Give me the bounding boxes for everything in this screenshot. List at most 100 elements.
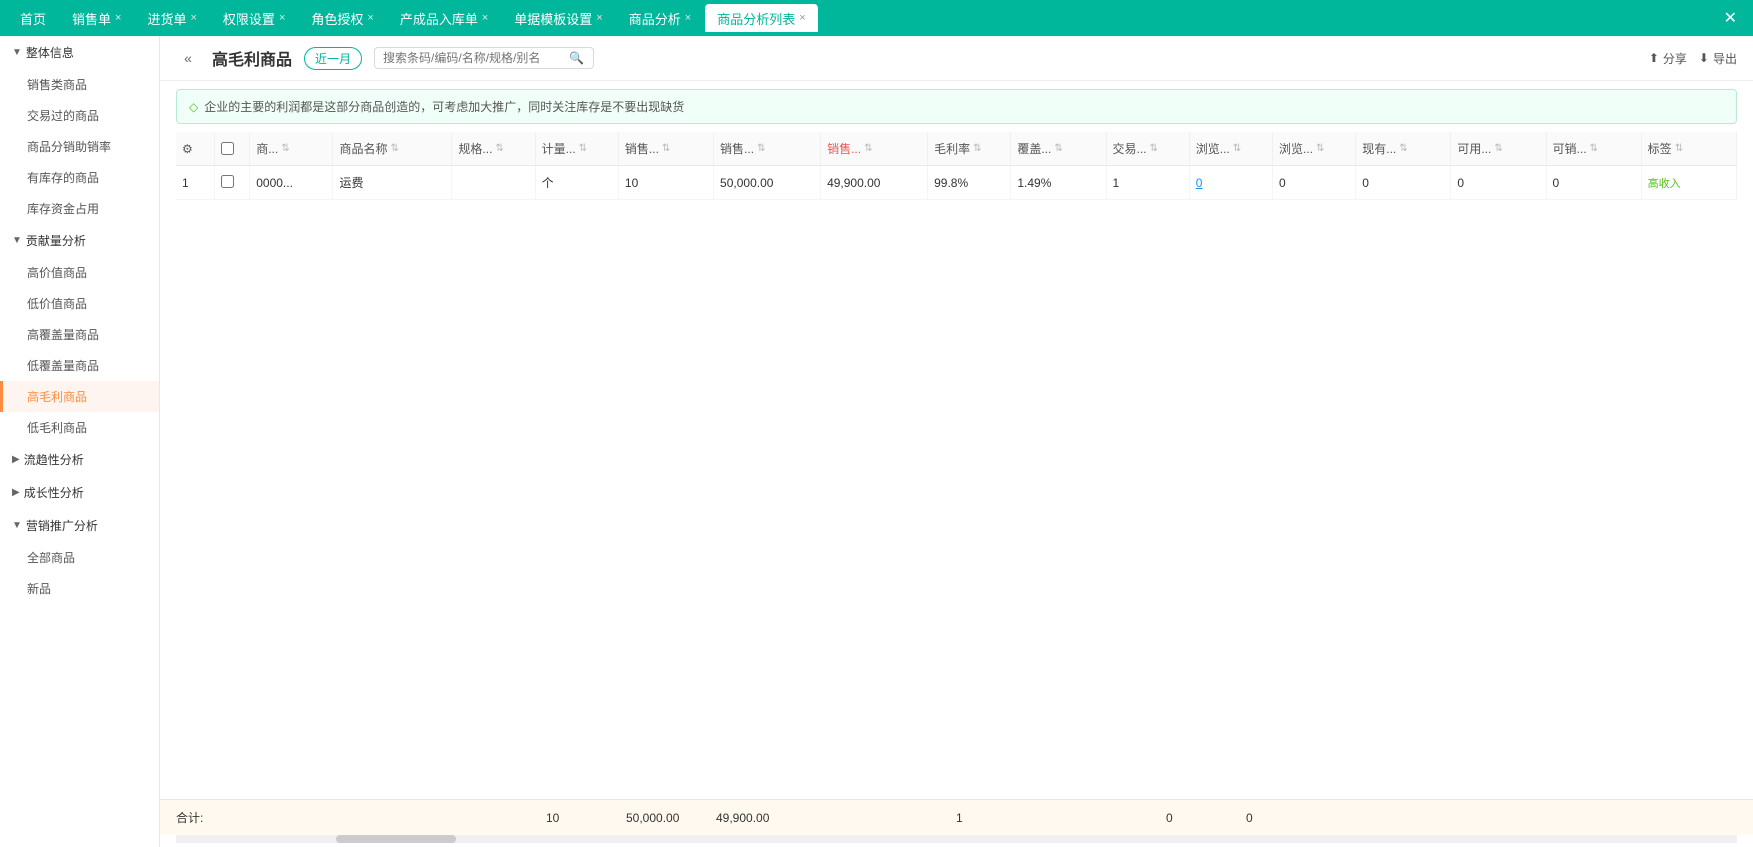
col-name[interactable]: 商品名称⇅ xyxy=(333,132,452,166)
sort-icon: ⇅ xyxy=(281,143,289,154)
sort-icon-4: ⇅ xyxy=(579,143,587,154)
top-nav-permission[interactable]: 权限设置 × xyxy=(211,4,297,32)
sort-icon-16: ⇅ xyxy=(1675,143,1683,154)
search-input[interactable] xyxy=(383,51,563,65)
filter-recent-month-button[interactable]: 近一月 xyxy=(304,47,362,70)
main-layout: ▼ 整体信息 销售类商品 交易过的商品 商品分销助销率 有库存的商品 库存资金占… xyxy=(0,36,1753,847)
sidebar-item-high-coverage[interactable]: 高覆盖量商品 xyxy=(0,319,159,350)
share-button[interactable]: ⬆ 分享 xyxy=(1649,50,1687,67)
export-label: 导出 xyxy=(1713,50,1737,67)
sort-icon-13: ⇅ xyxy=(1399,143,1407,154)
row-browse-a[interactable]: 0 xyxy=(1189,166,1272,200)
sidebar-group-marketing-label: 营销推广分析 xyxy=(26,517,98,534)
row-sales-cost: 49,900.00 xyxy=(821,166,928,200)
close-tab-icon[interactable]: × xyxy=(685,12,691,24)
col-coverage[interactable]: 覆盖...⇅ xyxy=(1011,132,1106,166)
col-browse-b[interactable]: 浏览...⇅ xyxy=(1273,132,1356,166)
col-trade-count[interactable]: 交易...⇅ xyxy=(1106,132,1189,166)
col-code[interactable]: 商...⇅ xyxy=(250,132,333,166)
col-saleable[interactable]: 可销...⇅ xyxy=(1546,132,1641,166)
close-tab-icon[interactable]: × xyxy=(367,12,373,24)
arrow-icon-2: ▼ xyxy=(12,235,22,246)
close-tab-icon[interactable]: × xyxy=(115,12,121,24)
close-tab-icon[interactable]: × xyxy=(799,12,805,24)
sort-icon-14: ⇅ xyxy=(1494,143,1502,154)
top-nav-sales[interactable]: 销售单 × xyxy=(60,4,133,32)
top-nav-home[interactable]: 首页 xyxy=(8,4,58,32)
collapse-sidebar-button[interactable]: « xyxy=(176,46,200,70)
row-checkbox xyxy=(214,166,250,200)
col-browse-a[interactable]: 浏览...⇅ xyxy=(1189,132,1272,166)
sidebar-item-stock-capital[interactable]: 库存资金占用 xyxy=(0,193,159,224)
sidebar-item-sales-goods[interactable]: 销售类商品 xyxy=(0,69,159,100)
footer-sales-cost: 49,900.00 xyxy=(716,811,806,825)
row-select-checkbox[interactable] xyxy=(221,175,234,188)
sidebar-item-all-goods[interactable]: 全部商品 xyxy=(0,542,159,573)
sidebar-group-trend-label: 流趋性分析 xyxy=(24,451,84,468)
table-container: ⚙ 商...⇅ 商品名称⇅ 规格...⇅ xyxy=(160,132,1753,799)
col-available[interactable]: 可用...⇅ xyxy=(1451,132,1546,166)
row-spec xyxy=(452,166,535,200)
col-checkbox xyxy=(214,132,250,166)
col-sales-qty[interactable]: 销售...⇅ xyxy=(618,132,713,166)
sidebar-group-growth-label: 成长性分析 xyxy=(24,484,84,501)
sort-icon-15: ⇅ xyxy=(1590,143,1598,154)
top-nav: 首页 销售单 × 进货单 × 权限设置 × 角色授权 × 产成品入库单 × 单据… xyxy=(0,0,1753,36)
close-tab-icon[interactable]: × xyxy=(190,12,196,24)
row-gross-margin: 99.8% xyxy=(928,166,1011,200)
col-gross-margin[interactable]: 毛利率⇅ xyxy=(928,132,1011,166)
col-sales-cost[interactable]: 销售...⇅ xyxy=(821,132,928,166)
row-code: 0000... xyxy=(250,166,333,200)
col-tag[interactable]: 标签⇅ xyxy=(1641,132,1736,166)
sidebar-item-low-coverage[interactable]: 低覆盖量商品 xyxy=(0,350,159,381)
sidebar-group-overall[interactable]: ▼ 整体信息 xyxy=(0,36,159,69)
sidebar-item-traded-goods[interactable]: 交易过的商品 xyxy=(0,100,159,131)
info-banner: ◇ 企业的主要的利润都是这部分商品创造的，可考虑加大推广，同时关注库存是不要出现… xyxy=(176,89,1737,124)
sidebar-item-distribution-rate[interactable]: 商品分销助销率 xyxy=(0,131,159,162)
top-nav-role[interactable]: 角色授权 × xyxy=(299,4,385,32)
col-sales-amt[interactable]: 销售...⇅ xyxy=(714,132,821,166)
close-all-button[interactable]: ✕ xyxy=(1716,4,1745,32)
share-icon: ⬆ xyxy=(1649,51,1659,65)
sidebar-group-growth[interactable]: ▶ 成长性分析 xyxy=(0,476,159,509)
row-available: 0 xyxy=(1451,166,1546,200)
header-right: ⬆ 分享 ⬇ 导出 xyxy=(1649,50,1737,67)
footer-label: 合计: xyxy=(176,809,406,826)
close-tab-icon[interactable]: × xyxy=(279,12,285,24)
sidebar-item-in-stock[interactable]: 有库存的商品 xyxy=(0,162,159,193)
sidebar-item-low-margin[interactable]: 低毛利商品 xyxy=(0,412,159,443)
col-unit[interactable]: 计量...⇅ xyxy=(535,132,618,166)
close-tab-icon[interactable]: × xyxy=(482,12,488,24)
sidebar-group-contribution[interactable]: ▼ 贡献量分析 xyxy=(0,224,159,257)
info-text: 企业的主要的利润都是这部分商品创造的，可考虑加大推广，同时关注库存是不要出现缺货 xyxy=(204,98,684,115)
search-box: 🔍 xyxy=(374,47,594,69)
sidebar-item-high-value[interactable]: 高价值商品 xyxy=(0,257,159,288)
table-row: 1 0000... 运费 个 10 50,000.00 49,900.00 99… xyxy=(176,166,1737,200)
sidebar-item-new-goods[interactable]: 新品 xyxy=(0,573,159,604)
select-all-checkbox[interactable] xyxy=(221,142,234,155)
export-button[interactable]: ⬇ 导出 xyxy=(1699,50,1737,67)
row-coverage: 1.49% xyxy=(1011,166,1106,200)
top-nav-analysis-list[interactable]: 商品分析列表 × xyxy=(705,4,817,32)
search-icon[interactable]: 🔍 xyxy=(569,51,584,65)
col-spec[interactable]: 规格...⇅ xyxy=(452,132,535,166)
col-current-stock[interactable]: 现有...⇅ xyxy=(1356,132,1451,166)
top-nav-purchase[interactable]: 进货单 × xyxy=(135,4,208,32)
content-area: « 高毛利商品 近一月 🔍 ⬆ 分享 ⬇ 导出 ◇ 企业的主要的利润都是这部 xyxy=(160,36,1753,847)
footer-bar: 合计: 10 50,000.00 49,900.00 1 0 0 xyxy=(160,799,1753,835)
sidebar-item-high-margin[interactable]: 高毛利商品 xyxy=(0,381,159,412)
footer-current-stock: 0 xyxy=(1166,811,1246,825)
sidebar-group-label: 整体信息 xyxy=(26,44,74,61)
sidebar-group-marketing[interactable]: ▼ 营销推广分析 xyxy=(0,509,159,542)
top-nav-template[interactable]: 单据模板设置 × xyxy=(502,4,614,32)
arrow-icon-4: ▶ xyxy=(12,487,20,498)
top-nav-product-entry[interactable]: 产成品入库单 × xyxy=(388,4,500,32)
close-tab-icon[interactable]: × xyxy=(596,12,602,24)
sidebar-group-contribution-label: 贡献量分析 xyxy=(26,232,86,249)
footer-sales-qty: 10 xyxy=(546,811,626,825)
sidebar-group-trend[interactable]: ▶ 流趋性分析 xyxy=(0,443,159,476)
sidebar-item-low-value[interactable]: 低价值商品 xyxy=(0,288,159,319)
top-nav-analysis[interactable]: 商品分析 × xyxy=(617,4,703,32)
sort-icon-7: ⇅ xyxy=(864,143,872,154)
col-settings[interactable]: ⚙ xyxy=(176,132,214,166)
